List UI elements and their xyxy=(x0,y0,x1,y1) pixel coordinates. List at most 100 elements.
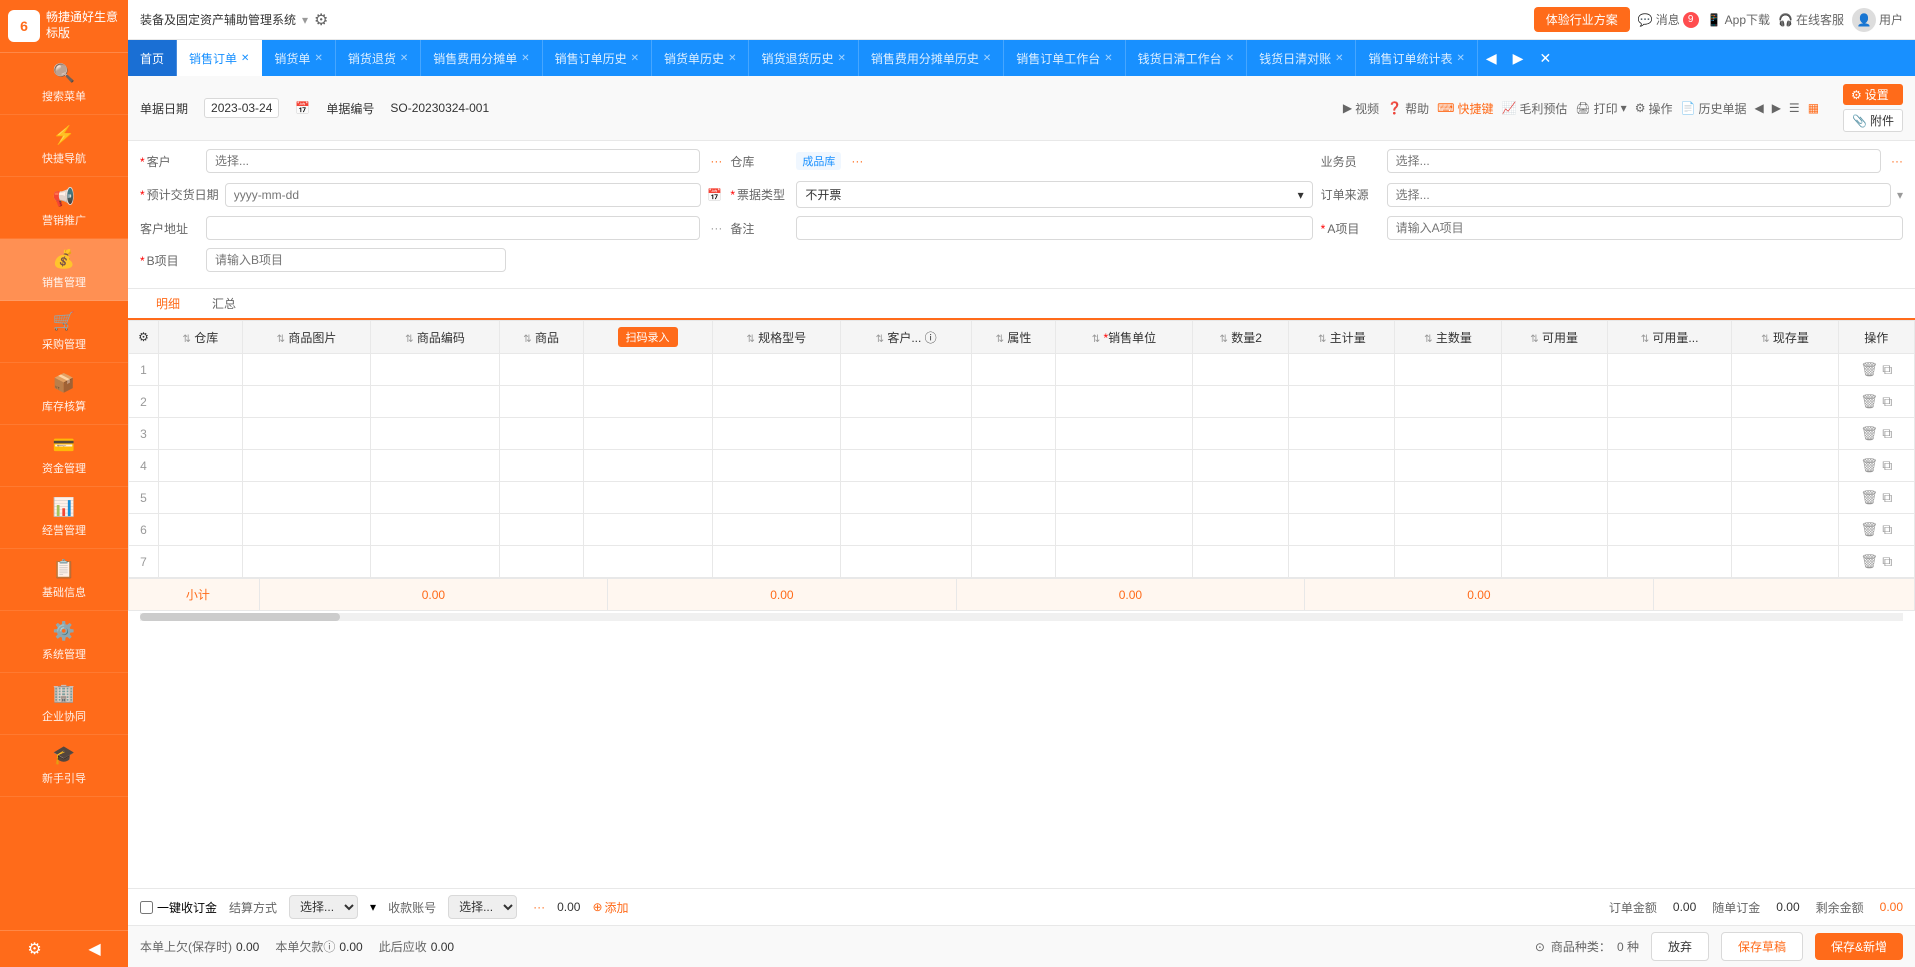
sidebar-item-marketing[interactable]: 📢 营销推广 xyxy=(0,177,128,239)
delete-row-btn-1[interactable]: 🗑 xyxy=(1860,361,1878,378)
sidebar-item-enterprise[interactable]: 🏢 企业协同 xyxy=(0,673,128,735)
invoice-type-select[interactable]: 不开票 ▾ xyxy=(796,181,1312,208)
tab-home[interactable]: 首页 xyxy=(128,40,177,76)
history-btn[interactable]: 📄 历史单据 xyxy=(1680,100,1746,117)
row-attribute-2[interactable] xyxy=(972,386,1056,418)
row-product-image-1[interactable] xyxy=(242,354,371,386)
row-main-qty-1[interactable] xyxy=(1395,354,1501,386)
tab-sales-workbench[interactable]: 销售订单工作台 ✕ xyxy=(1004,40,1125,76)
sidebar-item-system[interactable]: ⚙️ 系统管理 xyxy=(0,611,128,673)
row-product-image-7[interactable] xyxy=(242,546,371,578)
sidebar-item-purchase[interactable]: 🛒 采购管理 xyxy=(0,301,128,363)
row-main-unit-7[interactable] xyxy=(1289,546,1395,578)
tab-prev-btn[interactable]: ◀ xyxy=(1478,40,1505,76)
profit-btn[interactable]: 📈 毛利预估 xyxy=(1501,100,1567,117)
row-qty2-3[interactable] xyxy=(1193,418,1289,450)
view-btn[interactable]: ▶ 视频 xyxy=(1343,100,1379,117)
sort-icon4[interactable]: ⇅ xyxy=(523,334,531,345)
horizontal-scrollbar[interactable] xyxy=(140,613,1903,621)
settings-panel-btn[interactable]: ⚙ 设置 xyxy=(1843,84,1903,105)
user-avatar[interactable]: 👤 用户 xyxy=(1852,8,1903,32)
row-warehouse-6[interactable] xyxy=(159,514,243,546)
sidebar-item-basic[interactable]: 📋 基础信息 xyxy=(0,549,128,611)
message-link[interactable]: 💬 消息 9 xyxy=(1638,11,1699,28)
delete-row-btn-2[interactable]: 🗑 xyxy=(1860,393,1878,410)
row-attribute-6[interactable] xyxy=(972,514,1056,546)
tab-sales-refund[interactable]: 销货退货 ✕ xyxy=(336,40,421,76)
row-spec-7[interactable] xyxy=(712,546,841,578)
row-attribute-7[interactable] xyxy=(972,546,1056,578)
online-service-link[interactable]: 🎧 在线客服 xyxy=(1778,11,1844,28)
salesperson-dots[interactable]: ··· xyxy=(1891,154,1903,168)
sidebar-item-finance[interactable]: 💳 资金管理 xyxy=(0,425,128,487)
tab-close-sales-expense[interactable]: ✕ xyxy=(521,53,529,64)
row-product-6[interactable] xyxy=(499,514,583,546)
copy-row-btn-3[interactable]: ⧉ xyxy=(1882,425,1892,442)
scan-btn[interactable]: 扫码录入 xyxy=(618,327,678,347)
delete-row-btn-6[interactable]: 🗑 xyxy=(1860,521,1878,538)
row-qty2-2[interactable] xyxy=(1193,386,1289,418)
row-attribute-4[interactable] xyxy=(972,450,1056,482)
tab-sales-expense[interactable]: 销售费用分摊单 ✕ xyxy=(421,40,542,76)
row-product-code-2[interactable] xyxy=(371,386,500,418)
row-sales-unit-3[interactable] xyxy=(1055,418,1192,450)
row-available2-7[interactable] xyxy=(1607,546,1732,578)
tab-sales-refund-history[interactable]: 销货退货历史 ✕ xyxy=(749,40,858,76)
tab-sales-return-history[interactable]: 销货单历史 ✕ xyxy=(652,40,749,76)
row-attribute-5[interactable] xyxy=(972,482,1056,514)
tab-close-sales-order[interactable]: ✕ xyxy=(241,53,249,64)
remark-input[interactable] xyxy=(796,216,1312,240)
col-settings[interactable]: ⚙ xyxy=(129,321,159,354)
draft-btn[interactable]: 保存草稿 xyxy=(1721,932,1803,961)
sort-icon6[interactable]: ⇅ xyxy=(876,334,884,345)
copy-row-btn-2[interactable]: ⧉ xyxy=(1882,393,1892,410)
row-qty2-6[interactable] xyxy=(1193,514,1289,546)
row-warehouse-4[interactable] xyxy=(159,450,243,482)
row-customer-code-1[interactable] xyxy=(841,354,972,386)
collapse-btn[interactable]: ◀ xyxy=(88,939,100,959)
copy-row-btn-1[interactable]: ⧉ xyxy=(1882,361,1892,378)
row-warehouse-1[interactable] xyxy=(159,354,243,386)
row-sales-unit-7[interactable] xyxy=(1055,546,1192,578)
copy-row-btn-4[interactable]: ⧉ xyxy=(1882,457,1892,474)
sort-icon7[interactable]: ⇅ xyxy=(996,334,1004,345)
scrollbar-thumb[interactable] xyxy=(140,613,340,621)
tab-cash-reconcile[interactable]: 钱货日清对账 ✕ xyxy=(1247,40,1356,76)
tab-sales-stat[interactable]: 销售订单统计表 ✕ xyxy=(1356,40,1477,76)
row-stock-5[interactable] xyxy=(1732,482,1838,514)
one-click-check[interactable] xyxy=(140,901,153,914)
row-product-code-6[interactable] xyxy=(371,514,500,546)
tab-close-workbench[interactable]: ✕ xyxy=(1104,53,1112,64)
row-product-code-1[interactable] xyxy=(371,354,500,386)
row-product-4[interactable] xyxy=(499,450,583,482)
customer-dots[interactable]: ··· xyxy=(710,154,722,168)
row-sales-unit-4[interactable] xyxy=(1055,450,1192,482)
tab-close-expense-history[interactable]: ✕ xyxy=(983,53,991,64)
row-available2-1[interactable] xyxy=(1607,354,1732,386)
row-available2-6[interactable] xyxy=(1607,514,1732,546)
tab-close-cash-daily[interactable]: ✕ xyxy=(1226,53,1234,64)
row-product-image-4[interactable] xyxy=(242,450,371,482)
discard-btn[interactable]: 放弃 xyxy=(1651,932,1709,961)
row-stock-7[interactable] xyxy=(1732,546,1838,578)
row-main-unit-5[interactable] xyxy=(1289,482,1395,514)
expected-date-input[interactable] xyxy=(225,183,702,207)
prev-record-btn[interactable]: ◀ xyxy=(1754,101,1763,115)
tab-sales-return[interactable]: 销货单 ✕ xyxy=(262,40,335,76)
row-product-3[interactable] xyxy=(499,418,583,450)
tab-close-reconcile[interactable]: ✕ xyxy=(1335,53,1343,64)
row-main-unit-4[interactable] xyxy=(1289,450,1395,482)
calendar-icon[interactable]: 📅 xyxy=(295,101,310,115)
row-customer-code-7[interactable] xyxy=(841,546,972,578)
settings-icon[interactable]: ⚙ xyxy=(314,10,328,30)
a-project-input[interactable] xyxy=(1387,216,1903,240)
row-available-5[interactable] xyxy=(1501,482,1607,514)
salesperson-input[interactable] xyxy=(1387,149,1881,173)
next-record-btn[interactable]: ▶ xyxy=(1772,101,1781,115)
row-main-unit-3[interactable] xyxy=(1289,418,1395,450)
row-qty2-1[interactable] xyxy=(1193,354,1289,386)
row-stock-1[interactable] xyxy=(1732,354,1838,386)
date-picker-icon[interactable]: 📅 xyxy=(707,188,722,202)
customer-input[interactable] xyxy=(206,149,700,173)
row-available2-3[interactable] xyxy=(1607,418,1732,450)
